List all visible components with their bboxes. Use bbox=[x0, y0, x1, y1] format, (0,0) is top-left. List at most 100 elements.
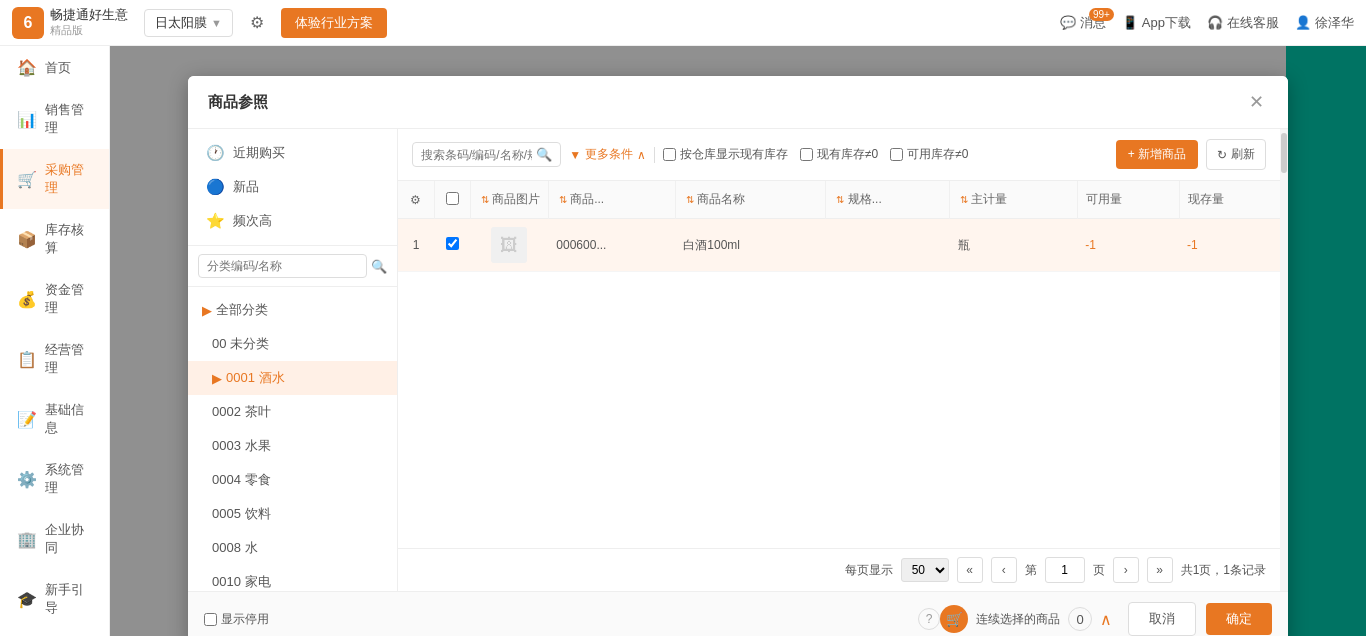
per-page-select[interactable]: 50 bbox=[901, 558, 949, 582]
category-search-area: 🔍 bbox=[188, 246, 397, 287]
row-stock: -1 bbox=[1179, 219, 1280, 272]
sidebar-item-enterprise[interactable]: 🏢 企业协同 bbox=[0, 509, 109, 569]
product-search-icon[interactable]: 🔍 bbox=[536, 147, 552, 162]
quick-frequent[interactable]: ⭐ 频次高 bbox=[196, 205, 389, 237]
cat-arrow-icon: ▶ bbox=[202, 303, 212, 318]
inventory-icon: 📦 bbox=[17, 230, 37, 249]
refresh-icon: ↻ bbox=[1217, 148, 1227, 162]
prev-page-button[interactable]: ‹ bbox=[991, 557, 1017, 583]
filter-divider bbox=[654, 147, 655, 163]
category-list: ▶ 全部分类 00 未分类 ▶ 0001 酒水 0002 茶 bbox=[188, 287, 397, 591]
category-search-input[interactable] bbox=[198, 254, 367, 278]
col-check-header[interactable] bbox=[434, 181, 470, 219]
vertical-scrollbar[interactable] bbox=[1280, 129, 1288, 591]
next-page-button[interactable]: › bbox=[1113, 557, 1139, 583]
scrollbar-thumb[interactable] bbox=[1281, 133, 1287, 173]
show-disabled-checkbox-label[interactable]: 显示停用 bbox=[204, 611, 269, 628]
row-checkbox-cell[interactable] bbox=[434, 219, 470, 272]
filter-checkboxes: 按仓库显示现有库存 现有库存≠0 可用库存≠0 bbox=[663, 146, 969, 163]
first-page-button[interactable]: « bbox=[957, 557, 983, 583]
more-filter-button[interactable]: ▼ 更多条件 ∧ bbox=[569, 146, 646, 163]
online-support-button[interactable]: 🎧 在线客服 bbox=[1207, 14, 1279, 32]
sidebar-item-basic[interactable]: 📝 基础信息 bbox=[0, 389, 109, 449]
add-product-button[interactable]: + 新增商品 bbox=[1116, 140, 1198, 169]
home-icon: 🏠 bbox=[17, 58, 37, 77]
table-row[interactable]: 1 🖼 000600... 白酒100ml bbox=[398, 219, 1280, 272]
basic-icon: 📝 bbox=[17, 410, 37, 429]
pagination-area: 每页显示 50 « ‹ 第 页 › » 共1页，1条记录 bbox=[398, 548, 1280, 591]
product-modal: 商品参照 ✕ 🕐 近期购买 🔵 bbox=[188, 76, 1288, 636]
cat-item-0002[interactable]: 0002 茶叶 bbox=[188, 395, 397, 429]
cat-item-0001[interactable]: ▶ 0001 酒水 bbox=[188, 361, 397, 395]
filter-icon: ▼ bbox=[569, 148, 581, 162]
cat-item-0004[interactable]: 0004 零食 bbox=[188, 463, 397, 497]
cart-icon[interactable]: 🛒 bbox=[940, 605, 968, 633]
col-unit-header[interactable]: ⇅ 主计量 bbox=[950, 181, 1078, 219]
guide-icon: 🎓 bbox=[17, 590, 37, 609]
quick-access-area: 🕐 近期购买 🔵 新品 ⭐ 频次高 bbox=[188, 129, 397, 246]
sidebar-item-apps[interactable]: 📱 应用中心 bbox=[0, 629, 109, 636]
modal-close-button[interactable]: ✕ bbox=[1244, 90, 1268, 114]
headset-icon: 🎧 bbox=[1207, 15, 1223, 30]
col-name-header[interactable]: ⇅ 商品名称 bbox=[675, 181, 826, 219]
modal-left-panel: 🕐 近期购买 🔵 新品 ⭐ 频次高 bbox=[188, 129, 398, 591]
cat-item-0005[interactable]: 0005 饮料 bbox=[188, 497, 397, 531]
avatar-icon: 👤 bbox=[1295, 15, 1311, 30]
collapse-cart-icon[interactable]: ∧ bbox=[1100, 610, 1112, 629]
col-available-header[interactable]: 可用量 bbox=[1077, 181, 1179, 219]
try-industry-button[interactable]: 体验行业方案 bbox=[281, 8, 387, 38]
sidebar-item-management[interactable]: 📋 经营管理 bbox=[0, 329, 109, 389]
footer-cart: 🛒 连续选择的商品 0 ∧ bbox=[940, 605, 1112, 633]
select-all-checkbox[interactable] bbox=[446, 192, 459, 205]
modal-title: 商品参照 bbox=[208, 93, 268, 112]
cat-item-0010[interactable]: 0010 家电 bbox=[188, 565, 397, 591]
filter-arrow-icon: ∧ bbox=[637, 148, 646, 162]
quick-recent[interactable]: 🕐 近期购买 bbox=[196, 137, 389, 169]
product-search-input[interactable] bbox=[421, 148, 532, 162]
sidebar-item-sales[interactable]: 📊 销售管理 bbox=[0, 89, 109, 149]
sidebar-item-guide[interactable]: 🎓 新手引导 bbox=[0, 569, 109, 629]
show-disabled-checkbox[interactable] bbox=[204, 613, 217, 626]
sidebar: 🏠 首页 📊 销售管理 🛒 采购管理 📦 库存核算 💰 资金管理 📋 经营管理 … bbox=[0, 46, 110, 636]
filter-usable-checkbox[interactable]: 可用库存≠0 bbox=[890, 146, 968, 163]
filter-warehouse-checkbox[interactable]: 按仓库显示现有库存 bbox=[663, 146, 788, 163]
cat-item-all[interactable]: ▶ 全部分类 bbox=[188, 293, 397, 327]
sidebar-item-purchase[interactable]: 🛒 采购管理 bbox=[0, 149, 109, 209]
app-download-button[interactable]: 📱 App下载 bbox=[1122, 14, 1191, 32]
management-icon: 📋 bbox=[17, 350, 37, 369]
user-menu[interactable]: 👤 徐泽华 bbox=[1295, 14, 1354, 32]
row-checkbox[interactable] bbox=[446, 237, 459, 250]
col-code-header[interactable]: ⇅ 商品... bbox=[548, 181, 675, 219]
cat-item-0008[interactable]: 0008 水 bbox=[188, 531, 397, 565]
page-number-input[interactable] bbox=[1045, 557, 1085, 583]
purchase-icon: 🛒 bbox=[17, 170, 37, 189]
nav-selector[interactable]: 日太阳膜 ▼ bbox=[144, 9, 233, 37]
sidebar-item-inventory[interactable]: 📦 库存核算 bbox=[0, 209, 109, 269]
finance-icon: 💰 bbox=[17, 290, 37, 309]
row-img-cell: 🖼 bbox=[470, 219, 548, 272]
filter-available-checkbox[interactable]: 现有库存≠0 bbox=[800, 146, 878, 163]
refresh-button[interactable]: ↻ 刷新 bbox=[1206, 139, 1266, 170]
notifications-button[interactable]: 💬 消息 99+ bbox=[1060, 14, 1106, 32]
col-stock-header[interactable]: 现存量 bbox=[1179, 181, 1280, 219]
product-toolbar: 🔍 ▼ 更多条件 ∧ 按仓库显示现有库存 bbox=[398, 129, 1280, 181]
help-icon[interactable]: ? bbox=[918, 608, 940, 630]
settings-icon[interactable]: ⚙ bbox=[241, 7, 273, 39]
quick-new[interactable]: 🔵 新品 bbox=[196, 171, 389, 203]
last-page-button[interactable]: » bbox=[1147, 557, 1173, 583]
logo-area: 6 畅捷通好生意 精品版 bbox=[12, 7, 128, 39]
confirm-button[interactable]: 确定 bbox=[1206, 603, 1272, 635]
cancel-button[interactable]: 取消 bbox=[1128, 602, 1196, 636]
col-settings-header[interactable]: ⚙ bbox=[398, 181, 434, 219]
cat-item-0003[interactable]: 0003 水果 bbox=[188, 429, 397, 463]
logo-icon: 6 bbox=[12, 7, 44, 39]
sidebar-item-finance[interactable]: 💰 资金管理 bbox=[0, 269, 109, 329]
col-spec-header[interactable]: ⇅ 规格... bbox=[826, 181, 950, 219]
row-name: 白酒100ml bbox=[675, 219, 826, 272]
selector-arrow-icon: ▼ bbox=[211, 17, 222, 29]
sidebar-item-system[interactable]: ⚙️ 系统管理 bbox=[0, 449, 109, 509]
cat-item-none[interactable]: 00 未分类 bbox=[188, 327, 397, 361]
sort-icon-code: ⇅ bbox=[559, 194, 567, 205]
category-search-icon[interactable]: 🔍 bbox=[371, 259, 387, 274]
sidebar-item-home[interactable]: 🏠 首页 bbox=[0, 46, 109, 89]
